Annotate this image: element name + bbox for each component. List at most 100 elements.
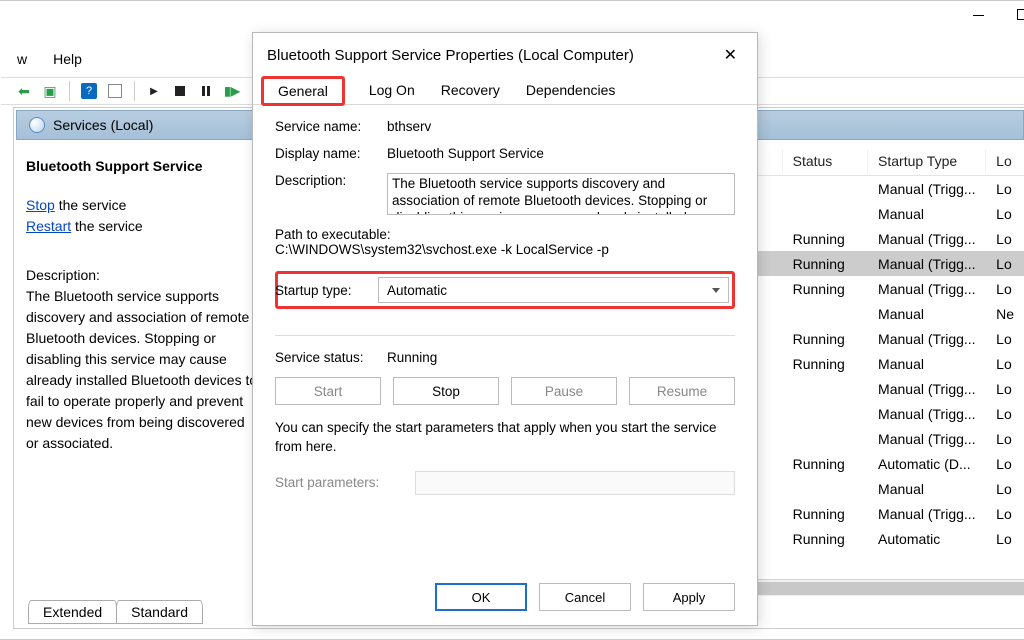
- dialog-tabs: General Log On Recovery Dependencies: [253, 75, 757, 105]
- tab-general[interactable]: General: [261, 76, 345, 106]
- display-name-value: Bluetooth Support Service: [387, 146, 735, 161]
- ok-button[interactable]: OK: [435, 583, 527, 611]
- restart-link[interactable]: Restart: [26, 218, 71, 234]
- cell-startup: Manual: [868, 479, 986, 499]
- properties-dialog: Bluetooth Support Service Properties (Lo…: [252, 32, 758, 626]
- desc-text: The Bluetooth service supports discovery…: [26, 286, 259, 454]
- hint-text: You can specify the start parameters tha…: [275, 419, 735, 457]
- listview-icon[interactable]: [104, 80, 126, 102]
- param-label: Start parameters:: [275, 475, 415, 490]
- cell-logon: Lo: [986, 229, 1024, 249]
- status-label: Service status:: [275, 350, 387, 365]
- cell-logon: Lo: [986, 279, 1024, 299]
- gear-icon: [29, 117, 45, 133]
- cell-startup: Manual (Trigg...: [868, 429, 986, 449]
- cell-status: [783, 312, 868, 316]
- desc-label: Description:: [26, 265, 259, 286]
- cell-logon: Lo: [986, 454, 1024, 474]
- col-logon[interactable]: Lo: [986, 149, 1024, 173]
- cell-startup: Manual (Trigg...: [868, 279, 986, 299]
- startup-label: Startup type:: [275, 283, 378, 298]
- stop-link[interactable]: Stop: [26, 197, 55, 213]
- apply-button[interactable]: Apply: [643, 583, 735, 611]
- description-label: Description:: [275, 173, 387, 188]
- resume-button: Resume: [629, 377, 735, 405]
- service-name-label: Service name:: [275, 119, 387, 134]
- services-header-label: Services (Local): [53, 117, 153, 133]
- dialog-title: Bluetooth Support Service Properties (Lo…: [267, 47, 634, 64]
- startup-type-select[interactable]: Automatic: [378, 277, 729, 303]
- stop-icon[interactable]: [169, 80, 191, 102]
- menu-help[interactable]: Help: [49, 49, 86, 69]
- detail-title: Bluetooth Support Service: [26, 156, 259, 177]
- cell-logon: Lo: [986, 479, 1024, 499]
- cell-status: Running: [783, 454, 868, 474]
- start-button: Start: [275, 377, 381, 405]
- col-status[interactable]: Status: [783, 149, 868, 173]
- cell-startup: Manual: [868, 304, 986, 324]
- startup-type-highlight: Startup type: Automatic: [275, 271, 735, 309]
- maximize-icon[interactable]: [1017, 9, 1024, 23]
- menu-bar: w Help: [13, 49, 86, 69]
- cell-logon: Lo: [986, 329, 1024, 349]
- cell-startup: Manual (Trigg...: [868, 404, 986, 424]
- cell-logon: Lo: [986, 379, 1024, 399]
- status-value: Running: [387, 350, 437, 365]
- cancel-button[interactable]: Cancel: [539, 583, 631, 611]
- tab-logon[interactable]: Log On: [367, 78, 417, 102]
- param-input: [415, 471, 735, 495]
- export-icon[interactable]: ▣: [39, 80, 61, 102]
- play-icon[interactable]: ▶: [143, 80, 165, 102]
- help-icon[interactable]: ?: [78, 80, 100, 102]
- stop-button[interactable]: Stop: [393, 377, 499, 405]
- display-name-label: Display name:: [275, 146, 387, 161]
- cell-status: Running: [783, 329, 868, 349]
- cell-status: Running: [783, 529, 868, 549]
- col-startup[interactable]: Startup Type: [868, 149, 986, 173]
- path-label: Path to executable:: [275, 227, 735, 242]
- cell-startup: Manual: [868, 354, 986, 374]
- back-icon[interactable]: ⬅: [13, 80, 35, 102]
- cell-status: [783, 412, 868, 416]
- cell-startup: Automatic (D...: [868, 454, 986, 474]
- cell-startup: Manual (Trigg...: [868, 379, 986, 399]
- cell-status: Running: [783, 254, 868, 274]
- cell-logon: Lo: [986, 529, 1024, 549]
- detail-panel: Bluetooth Support Service Stop the servi…: [14, 146, 272, 596]
- bottom-tabs: Extended Standard: [28, 600, 202, 624]
- cell-status: [783, 212, 868, 216]
- cell-logon: Lo: [986, 254, 1024, 274]
- tab-recovery[interactable]: Recovery: [439, 78, 502, 102]
- cell-status: Running: [783, 229, 868, 249]
- cell-logon: Lo: [986, 204, 1024, 224]
- tab-extended[interactable]: Extended: [28, 600, 117, 624]
- cell-logon: Lo: [986, 429, 1024, 449]
- pause-icon[interactable]: [195, 80, 217, 102]
- tab-standard[interactable]: Standard: [116, 600, 203, 624]
- cell-status: Running: [783, 504, 868, 524]
- cell-logon: Lo: [986, 504, 1024, 524]
- restart-icon[interactable]: ▮▶: [221, 80, 243, 102]
- path-value: C:\WINDOWS\system32\svchost.exe -k Local…: [275, 242, 735, 257]
- cell-startup: Manual: [868, 204, 986, 224]
- cell-startup: Manual (Trigg...: [868, 504, 986, 524]
- cell-status: [783, 437, 868, 441]
- cell-status: [783, 487, 868, 491]
- cell-startup: Automatic: [868, 529, 986, 549]
- close-icon[interactable]: ✕: [718, 43, 743, 67]
- cell-logon: Lo: [986, 354, 1024, 374]
- menu-view[interactable]: w: [13, 49, 31, 69]
- pause-button: Pause: [511, 377, 617, 405]
- cell-logon: Ne: [986, 304, 1024, 324]
- cell-logon: Lo: [986, 179, 1024, 199]
- cell-status: [783, 387, 868, 391]
- minimize-icon[interactable]: [973, 9, 987, 23]
- cell-startup: Manual (Trigg...: [868, 179, 986, 199]
- stop-line: Stop the service: [26, 195, 259, 216]
- cell-logon: Lo: [986, 404, 1024, 424]
- cell-startup: Manual (Trigg...: [868, 229, 986, 249]
- cell-status: Running: [783, 279, 868, 299]
- cell-status: [783, 187, 868, 191]
- tab-dependencies[interactable]: Dependencies: [524, 78, 618, 102]
- description-box[interactable]: The Bluetooth service supports discovery…: [387, 173, 735, 215]
